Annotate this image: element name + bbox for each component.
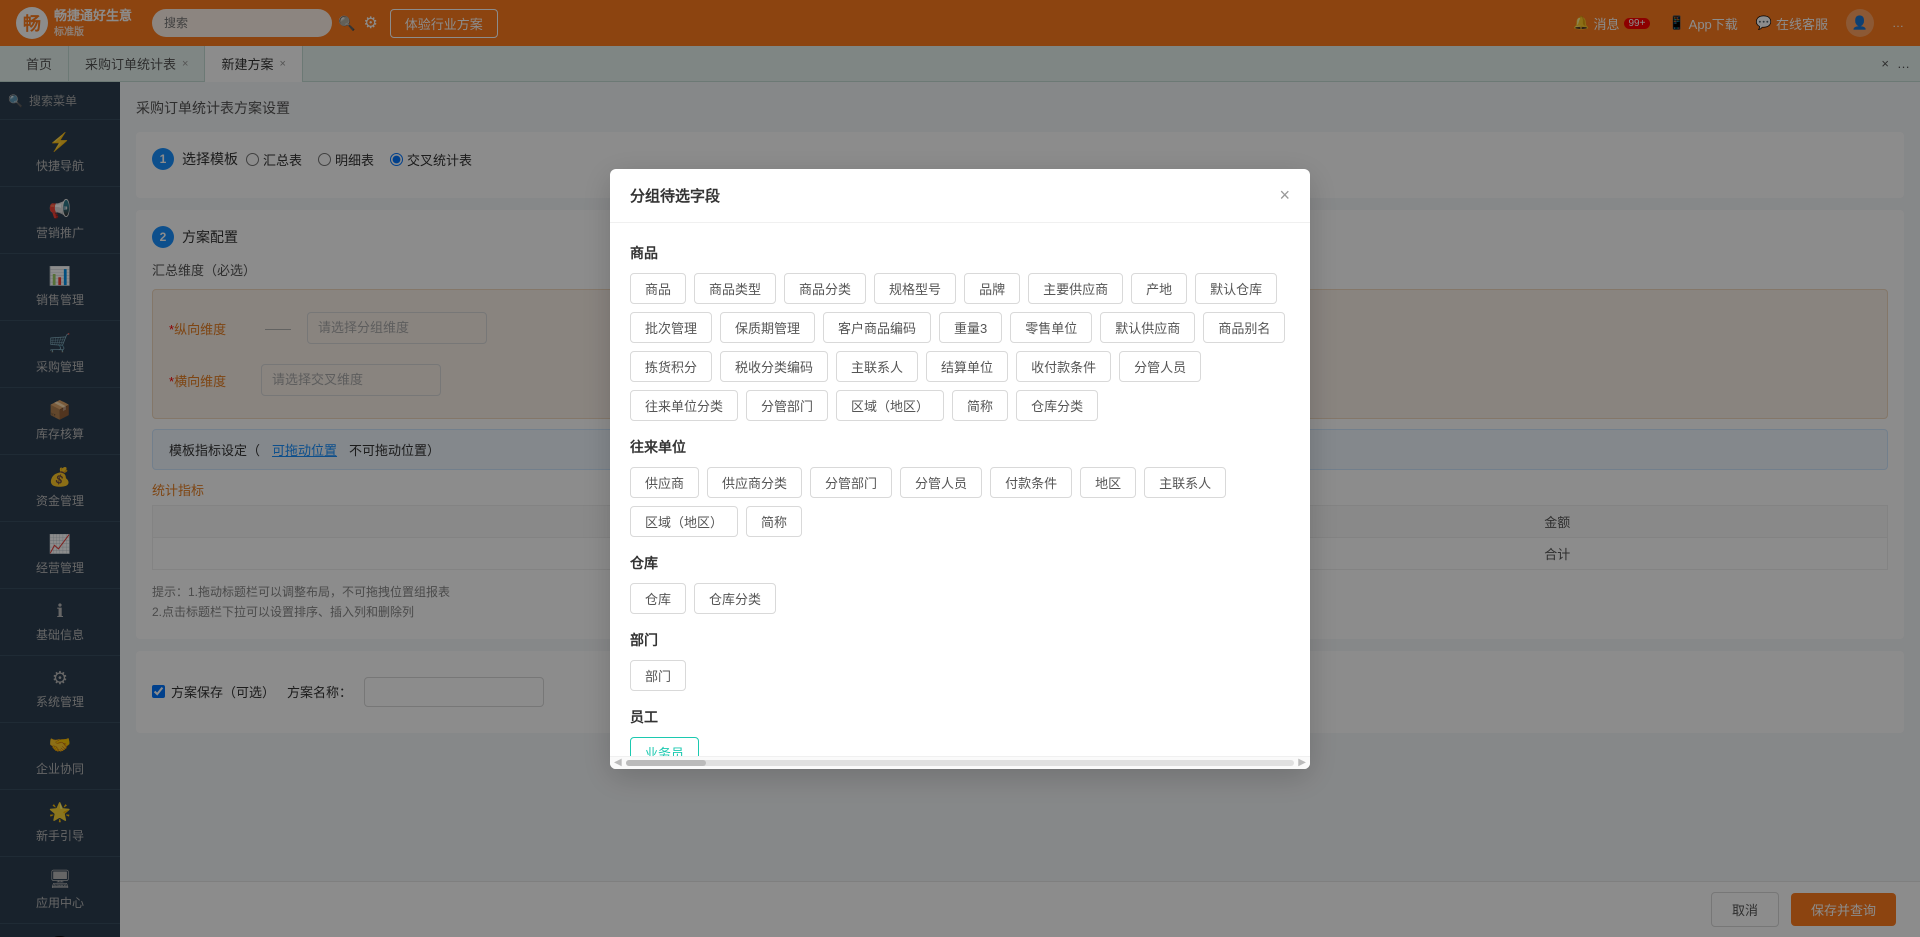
field-tag-区域（地区）[interactable]: 区域（地区） — [630, 506, 738, 537]
modal-scrollbar: ◀ ▶ — [610, 756, 1310, 769]
field-tag-批次管理[interactable]: 批次管理 — [630, 312, 712, 343]
modal-title: 分组待选字段 — [630, 185, 720, 206]
section-title-员工: 员工 — [630, 707, 1290, 727]
field-tag-供应商[interactable]: 供应商 — [630, 467, 699, 498]
field-tag-供应商分类[interactable]: 供应商分类 — [707, 467, 802, 498]
field-tag-默认供应商[interactable]: 默认供应商 — [1100, 312, 1195, 343]
field-tag-区域（地区）[interactable]: 区域（地区） — [836, 390, 944, 421]
field-tag-产地[interactable]: 产地 — [1131, 273, 1187, 304]
field-tag-分管部门[interactable]: 分管部门 — [746, 390, 828, 421]
field-tag-收付款条件[interactable]: 收付款条件 — [1016, 351, 1111, 382]
field-tag-仓库[interactable]: 仓库 — [630, 583, 686, 614]
field-tags-商品: 商品商品类型商品分类规格型号品牌主要供应商产地默认仓库批次管理保质期管理客户商品… — [630, 273, 1290, 421]
field-tag-拣货积分[interactable]: 拣货积分 — [630, 351, 712, 382]
field-tag-重量3[interactable]: 重量3 — [939, 312, 1002, 343]
field-tag-结算单位[interactable]: 结算单位 — [926, 351, 1008, 382]
field-tag-商品别名[interactable]: 商品别名 — [1203, 312, 1285, 343]
field-tag-简称[interactable]: 简称 — [952, 390, 1008, 421]
field-tag-仓库分类[interactable]: 仓库分类 — [1016, 390, 1098, 421]
field-tag-默认仓库[interactable]: 默认仓库 — [1195, 273, 1277, 304]
field-tag-付款条件[interactable]: 付款条件 — [990, 467, 1072, 498]
field-tags-仓库: 仓库仓库分类 — [630, 583, 1290, 614]
field-tag-商品分类[interactable]: 商品分类 — [784, 273, 866, 304]
field-tag-主联系人[interactable]: 主联系人 — [1144, 467, 1226, 498]
field-tag-客户商品编码[interactable]: 客户商品编码 — [823, 312, 931, 343]
field-tag-品牌[interactable]: 品牌 — [964, 273, 1020, 304]
modal-close-button[interactable]: × — [1279, 186, 1290, 204]
section-title-往来单位: 往来单位 — [630, 437, 1290, 457]
field-tag-地区[interactable]: 地区 — [1080, 467, 1136, 498]
field-tag-业务员[interactable]: 业务员 — [630, 737, 699, 756]
field-tags-往来单位: 供应商供应商分类分管部门分管人员付款条件地区主联系人区域（地区） 简称 — [630, 467, 1290, 537]
field-tags-部门: 部门 — [630, 660, 1290, 691]
modal-header: 分组待选字段 × — [610, 169, 1310, 223]
field-tag-主联系人[interactable]: 主联系人 — [836, 351, 918, 382]
field-tag-商品类型[interactable]: 商品类型 — [694, 273, 776, 304]
modal-overlay[interactable]: 分组待选字段 × 商品商品商品类型商品分类规格型号品牌主要供应商产地默认仓库批次… — [0, 0, 1920, 937]
field-tag-部门[interactable]: 部门 — [630, 660, 686, 691]
field-tag-零售单位[interactable]: 零售单位 — [1010, 312, 1092, 343]
field-tag-主要供应商[interactable]: 主要供应商 — [1028, 273, 1123, 304]
field-tag-商品[interactable]: 商品 — [630, 273, 686, 304]
modal-body: 商品商品商品类型商品分类规格型号品牌主要供应商产地默认仓库批次管理保质期管理客户… — [610, 223, 1310, 756]
field-tag-往来单位分类[interactable]: 往来单位分类 — [630, 390, 738, 421]
field-tag-保质期管理[interactable]: 保质期管理 — [720, 312, 815, 343]
field-tag-仓库分类[interactable]: 仓库分类 — [694, 583, 776, 614]
section-title-部门: 部门 — [630, 630, 1290, 650]
section-title-商品: 商品 — [630, 243, 1290, 263]
hscroll-track — [626, 760, 1295, 766]
scroll-left-arrow[interactable]: ◀ — [614, 757, 622, 768]
scroll-right-arrow[interactable]: ▶ — [1298, 757, 1306, 768]
field-tag-简称[interactable]: 简称 — [746, 506, 802, 537]
field-tag-分管部门[interactable]: 分管部门 — [810, 467, 892, 498]
field-tag-分管人员[interactable]: 分管人员 — [900, 467, 982, 498]
hscroll-thumb — [626, 760, 706, 766]
field-tag-分管人员[interactable]: 分管人员 — [1119, 351, 1201, 382]
field-tag-规格型号[interactable]: 规格型号 — [874, 273, 956, 304]
field-tag-税收分类编码[interactable]: 税收分类编码 — [720, 351, 828, 382]
section-title-仓库: 仓库 — [630, 553, 1290, 573]
modal: 分组待选字段 × 商品商品商品类型商品分类规格型号品牌主要供应商产地默认仓库批次… — [610, 169, 1310, 769]
field-tags-员工: 业务员 — [630, 737, 1290, 756]
